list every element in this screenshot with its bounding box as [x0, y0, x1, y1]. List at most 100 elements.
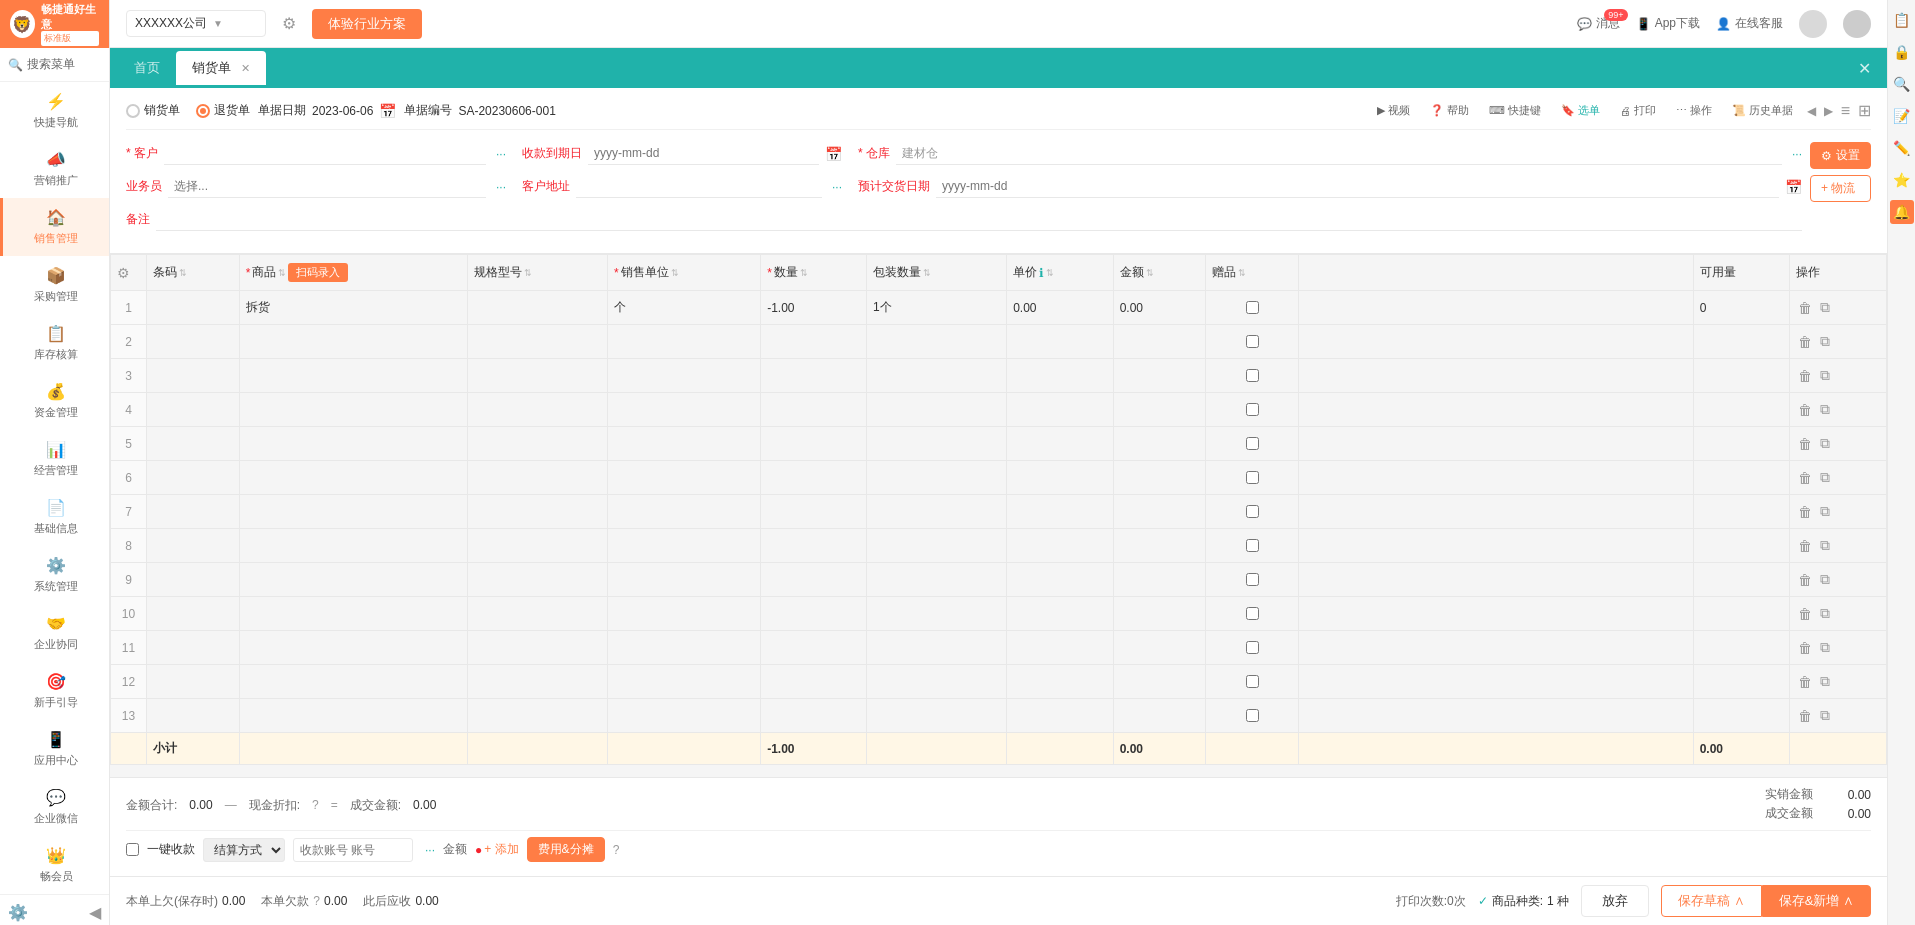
copy-icon[interactable]: ⧉: [1818, 569, 1832, 590]
print-btn[interactable]: 🖨 打印: [1614, 100, 1662, 121]
fee-question-icon[interactable]: ?: [613, 843, 620, 857]
delete-icon[interactable]: 🗑: [1796, 400, 1814, 420]
gift-checkbox[interactable]: [1246, 505, 1259, 518]
list-view-icon[interactable]: ≡: [1841, 102, 1850, 120]
avatar[interactable]: [1799, 10, 1827, 38]
copy-icon[interactable]: ⧉: [1818, 331, 1832, 352]
cell-amount[interactable]: 0.00: [1113, 291, 1206, 325]
radio-sales-order[interactable]: 销货单: [126, 102, 180, 119]
settings-button[interactable]: ⚙ 设置: [1810, 142, 1871, 169]
sidebar-item-inventory[interactable]: 📋 库存核算: [0, 314, 109, 372]
operation-btn[interactable]: ⋯ 操作: [1670, 100, 1718, 121]
copy-icon[interactable]: ⧉: [1818, 297, 1832, 318]
tab-home[interactable]: 首页: [118, 51, 176, 85]
sidebar-item-quick-nav[interactable]: ⚡ 快捷导航: [0, 82, 109, 140]
sort-icon-gift[interactable]: ⇅: [1238, 268, 1246, 278]
gift-checkbox[interactable]: [1246, 607, 1259, 620]
sidebar-item-purchase[interactable]: 📦 采购管理: [0, 256, 109, 314]
remarks-input[interactable]: [156, 208, 1802, 231]
copy-icon[interactable]: ⧉: [1818, 399, 1832, 420]
gift-checkbox[interactable]: [1246, 369, 1259, 382]
save-draft-button[interactable]: 保存草稿 ∧: [1661, 885, 1762, 917]
delete-icon[interactable]: 🗑: [1796, 502, 1814, 522]
warehouse-input[interactable]: [896, 142, 1782, 165]
scan-button[interactable]: 扫码录入: [288, 263, 348, 282]
th-settings[interactable]: ⚙: [111, 255, 147, 291]
customer-dots-icon[interactable]: ···: [496, 147, 506, 161]
right-panel-icon-5[interactable]: ✏️: [1890, 136, 1914, 160]
message-button[interactable]: 💬 消息 99+: [1577, 15, 1620, 32]
grid-view-icon[interactable]: ⊞: [1858, 101, 1871, 120]
tab-sales-order[interactable]: 销货单 ✕: [176, 51, 266, 85]
help-btn[interactable]: ❓ 帮助: [1424, 100, 1475, 121]
sidebar-search-menu[interactable]: 🔍 搜索菜单: [0, 48, 109, 82]
payment-method-select[interactable]: 结算方式: [203, 838, 285, 862]
cell-pkg-qty[interactable]: 1个: [867, 291, 1007, 325]
trial-button[interactable]: 体验行业方案: [312, 9, 422, 39]
delete-icon[interactable]: 🗑: [1796, 366, 1814, 386]
table-settings-icon[interactable]: ⚙: [117, 265, 130, 281]
staff-dots-icon[interactable]: ···: [496, 180, 506, 194]
sidebar-item-marketing[interactable]: 📣 营销推广: [0, 140, 109, 198]
avatar-2[interactable]: [1843, 10, 1871, 38]
copy-icon[interactable]: ⧉: [1818, 705, 1832, 726]
sidebar-item-wechat[interactable]: 💬 企业微信: [0, 778, 109, 836]
sidebar-item-system[interactable]: ⚙️ 系统管理: [0, 546, 109, 604]
payment-account-input[interactable]: [293, 838, 413, 862]
radio-return-order[interactable]: 退货单: [196, 102, 250, 119]
gift-checkbox[interactable]: [1246, 471, 1259, 484]
history-btn[interactable]: 📜 历史单据: [1726, 100, 1799, 121]
sidebar-item-basic-info[interactable]: 📄 基础信息: [0, 488, 109, 546]
copy-icon[interactable]: ⧉: [1818, 535, 1832, 556]
expected-date-input[interactable]: [936, 175, 1779, 198]
right-panel-icon-4[interactable]: 📝: [1890, 104, 1914, 128]
sidebar-item-collaboration[interactable]: 🤝 企业协同: [0, 604, 109, 662]
sort-icon-unit[interactable]: ⇅: [671, 268, 679, 278]
sort-icon-qty[interactable]: ⇅: [800, 268, 808, 278]
calendar-icon[interactable]: 📅: [379, 103, 396, 119]
delete-icon[interactable]: 🗑: [1796, 332, 1814, 352]
delete-icon[interactable]: 🗑: [1796, 638, 1814, 658]
cell-gift[interactable]: [1206, 291, 1299, 325]
payment-dots-icon[interactable]: ···: [425, 843, 435, 857]
delete-icon[interactable]: 🗑: [1796, 604, 1814, 624]
gift-checkbox[interactable]: [1246, 335, 1259, 348]
cell-product[interactable]: 拆货: [239, 291, 467, 325]
delete-icon[interactable]: 🗑: [1796, 536, 1814, 556]
delete-icon[interactable]: 🗑: [1796, 468, 1814, 488]
copy-icon[interactable]: ⧉: [1818, 671, 1832, 692]
settings-icon[interactable]: ⚙: [278, 10, 300, 37]
sidebar-settings-icon[interactable]: ⚙️: [8, 903, 28, 922]
sidebar-item-operations[interactable]: 📊 经营管理: [0, 430, 109, 488]
add-payment-button[interactable]: ● + 添加: [475, 841, 519, 858]
due-date-input[interactable]: [588, 142, 819, 165]
copy-icon[interactable]: ⧉: [1818, 501, 1832, 522]
sort-icon-spec[interactable]: ⇅: [524, 268, 532, 278]
addr-dots-icon[interactable]: ···: [832, 180, 842, 194]
cell-price[interactable]: 0.00: [1007, 291, 1114, 325]
question-icon[interactable]: ?: [312, 798, 319, 812]
fee-split-button[interactable]: 费用&分摊: [527, 837, 605, 862]
discard-button[interactable]: 放弃: [1581, 885, 1649, 917]
staff-input[interactable]: [168, 175, 486, 198]
app-download-button[interactable]: 📱 App下载: [1636, 15, 1700, 32]
price-info-icon[interactable]: ℹ: [1039, 266, 1044, 280]
delete-icon[interactable]: 🗑: [1796, 298, 1814, 318]
sort-icon-amount[interactable]: ⇅: [1146, 268, 1154, 278]
sort-icon-price[interactable]: ⇅: [1046, 268, 1054, 278]
right-panel-icon-6[interactable]: ⭐: [1890, 168, 1914, 192]
delete-icon[interactable]: 🗑: [1796, 672, 1814, 692]
copy-icon[interactable]: ⧉: [1818, 637, 1832, 658]
sidebar-item-finance[interactable]: 💰 资金管理: [0, 372, 109, 430]
copy-icon[interactable]: ⧉: [1818, 467, 1832, 488]
date-value[interactable]: 2023-06-06: [312, 104, 373, 118]
copy-icon[interactable]: ⧉: [1818, 365, 1832, 386]
sidebar-item-guide[interactable]: 🎯 新手引导: [0, 662, 109, 720]
due-date-calendar-icon[interactable]: 📅: [825, 146, 842, 162]
right-panel-icon-3[interactable]: 🔍: [1890, 72, 1914, 96]
delete-icon[interactable]: 🗑: [1796, 434, 1814, 454]
sort-icon[interactable]: ⇅: [179, 268, 187, 278]
tab-close-icon[interactable]: ✕: [241, 62, 250, 74]
warehouse-dots-icon[interactable]: ···: [1792, 147, 1802, 161]
sidebar-item-sales[interactable]: 🏠 销售管理: [0, 198, 109, 256]
